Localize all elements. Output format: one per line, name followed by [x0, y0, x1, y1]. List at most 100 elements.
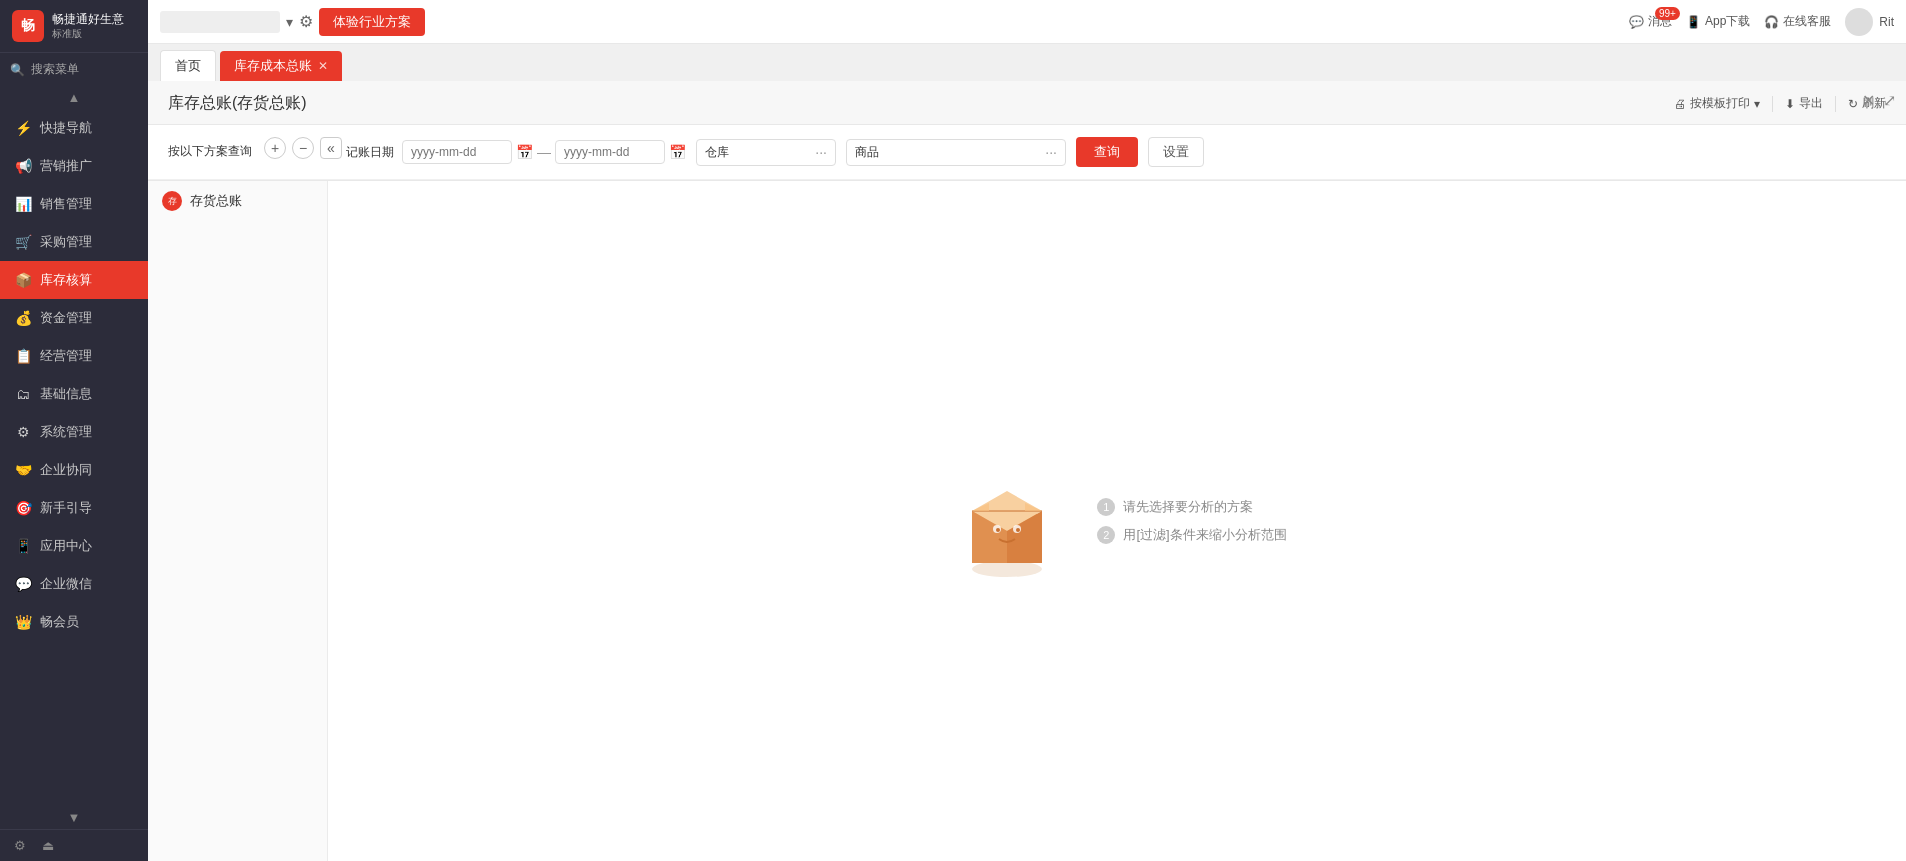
purchase-icon: 🛒 [14, 233, 32, 251]
calendar-to-icon[interactable]: 📅 [669, 144, 686, 160]
hint-number-2: 2 [1097, 526, 1115, 544]
search-icon: 🔍 [10, 63, 25, 77]
content-area: 库存总账(存货总账) 🖨 按模板打印 ▾ ⬇ 导出 ↻ 刷新 [148, 81, 1906, 861]
hint-number-1: 1 [1097, 498, 1115, 516]
sidebar-item-sales[interactable]: 📊 销售管理 [0, 185, 148, 223]
sidebar-item-enterprise[interactable]: 🤝 企业协同 [0, 451, 148, 489]
sidebar-item-app-center[interactable]: 📱 应用中心 [0, 527, 148, 565]
user-info[interactable]: Rit [1845, 8, 1894, 36]
sidebar-bottom: ⚙ ⏏ [0, 829, 148, 861]
filter-collapse-button[interactable]: « [320, 137, 342, 159]
sidebar-search[interactable]: 🔍 搜索菜单 [0, 53, 148, 86]
export-button[interactable]: ⬇ 导出 [1785, 95, 1823, 112]
app-logo-icon: 畅 [12, 10, 44, 42]
scheme-list: 存 存货总账 [148, 181, 328, 861]
filter-remove-button[interactable]: − [292, 137, 314, 159]
divider2 [1835, 96, 1836, 112]
print-button[interactable]: 🖨 按模板打印 ▾ [1674, 95, 1760, 112]
scheme-item-inventory-ledger[interactable]: 存 存货总账 [148, 181, 327, 221]
sidebar-item-guide[interactable]: 🎯 新手引导 [0, 489, 148, 527]
divider [1772, 96, 1773, 112]
basic-icon: 🗂 [14, 385, 32, 403]
empty-state: 1 请先选择要分析的方案 2 用[过滤]条件来缩小分析范围 [328, 181, 1906, 861]
window-controls: ✕ ⤢ [1862, 91, 1896, 110]
sidebar-item-system[interactable]: ⚙ 系统管理 [0, 413, 148, 451]
inventory-icon: 📦 [14, 271, 32, 289]
sidebar-item-finance[interactable]: 💰 资金管理 [0, 299, 148, 337]
sidebar-item-marketing[interactable]: 📢 营销推广 [0, 147, 148, 185]
page-title: 库存总账(存货总账) [168, 93, 307, 114]
filter-controls: 记账日期 📅 — 📅 仓库 ··· 商品 ··· [346, 137, 1886, 167]
page-header: 库存总账(存货总账) 🖨 按模板打印 ▾ ⬇ 导出 ↻ 刷新 [148, 81, 1906, 125]
filter-area: 按以下方案查询 + − « 记账日期 📅 — 📅 [148, 125, 1906, 180]
sidebar-item-basic[interactable]: 🗂 基础信息 [0, 375, 148, 413]
app-download-area[interactable]: 📱 App下载 [1686, 13, 1750, 30]
sidebar-item-quick-nav[interactable]: ⚡ 快捷导航 [0, 109, 148, 147]
date-range-group: 记账日期 📅 — 📅 [346, 140, 686, 164]
avatar [1845, 8, 1873, 36]
sidebar-item-purchase[interactable]: 🛒 采购管理 [0, 223, 148, 261]
sidebar-scroll-down[interactable]: ▼ [0, 806, 148, 829]
empty-illustration [947, 461, 1067, 581]
topbar-nav-area: ▾ ⚙ 体验行业方案 [160, 8, 1621, 36]
sidebar-logo: 畅 畅捷通好生意 标准版 [0, 0, 148, 53]
marketing-icon: 📢 [14, 157, 32, 175]
sidebar-scroll-up[interactable]: ▲ [0, 86, 148, 109]
calendar-from-icon[interactable]: 📅 [516, 144, 533, 160]
sidebar-item-inventory[interactable]: 📦 库存核算 [0, 261, 148, 299]
expand-icon[interactable]: ▾ [286, 14, 293, 30]
system-icon: ⚙ [14, 423, 32, 441]
empty-hint-2: 2 用[过滤]条件来缩小分析范围 [1097, 526, 1286, 544]
app-center-icon: 📱 [14, 537, 32, 555]
sidebar: 畅 畅捷通好生意 标准版 🔍 搜索菜单 ▲ ⚡ 快捷导航 📢 营销推广 📊 销售… [0, 0, 148, 861]
user-name: Rit [1879, 15, 1894, 29]
goods-more-icon: ··· [1045, 144, 1057, 160]
date-from-input[interactable] [402, 140, 512, 164]
operation-icon: 📋 [14, 347, 32, 365]
scheme-item-label: 存货总账 [190, 192, 242, 210]
date-separator: — [537, 144, 551, 160]
industry-solution-button[interactable]: 体验行业方案 [319, 8, 425, 36]
print-icon: 🖨 [1674, 97, 1686, 111]
filter-add-button[interactable]: + [264, 137, 286, 159]
refresh-icon: ↻ [1848, 97, 1858, 111]
message-area[interactable]: 💬 消息 99+ [1629, 13, 1672, 30]
headset-icon: 🎧 [1764, 15, 1779, 29]
online-service-area[interactable]: 🎧 在线客服 [1764, 13, 1831, 30]
body-area: 存 存货总账 [148, 181, 1906, 861]
tab-home[interactable]: 首页 [160, 50, 216, 81]
sidebar-nav: ⚡ 快捷导航 📢 营销推广 📊 销售管理 🛒 采购管理 📦 库存核算 💰 资金管… [0, 109, 148, 806]
topbar: ▾ ⚙ 体验行业方案 💬 消息 99+ 📱 App下载 🎧 在线客服 Rit [148, 0, 1906, 44]
sidebar-item-wechat[interactable]: 💬 企业微信 [0, 565, 148, 603]
sidebar-item-member[interactable]: 👑 畅会员 [0, 603, 148, 641]
phone-icon: 📱 [1686, 15, 1701, 29]
warehouse-label: 仓库 [705, 144, 729, 161]
settings-button[interactable]: 设置 [1148, 137, 1204, 167]
svg-point-0 [972, 561, 1042, 577]
expand-window-icon[interactable]: ⤢ [1883, 91, 1896, 110]
sidebar-toggle-icon[interactable]: ⏏ [42, 838, 54, 853]
svg-point-10 [996, 528, 1000, 532]
main-area: ▾ ⚙ 体验行业方案 💬 消息 99+ 📱 App下载 🎧 在线客服 Rit [148, 0, 1906, 861]
sidebar-settings-icon[interactable]: ⚙ [14, 838, 26, 853]
topbar-user-placeholder [160, 11, 280, 33]
topbar-settings-icon[interactable]: ⚙ [299, 12, 313, 31]
finance-icon: 💰 [14, 309, 32, 327]
message-icon: 💬 [1629, 15, 1644, 29]
close-window-icon[interactable]: ✕ [1862, 91, 1875, 110]
member-icon: 👑 [14, 613, 32, 631]
enterprise-icon: 🤝 [14, 461, 32, 479]
sales-icon: 📊 [14, 195, 32, 213]
date-to-input[interactable] [555, 140, 665, 164]
guide-icon: 🎯 [14, 499, 32, 517]
goods-select[interactable]: 商品 ··· [846, 139, 1066, 166]
tab-inventory-cost[interactable]: 库存成本总账 ✕ [220, 51, 342, 81]
tab-close-icon[interactable]: ✕ [318, 59, 328, 73]
sidebar-item-operation[interactable]: 📋 经营管理 [0, 337, 148, 375]
svg-point-11 [1016, 528, 1020, 532]
query-button[interactable]: 查询 [1076, 137, 1138, 167]
wechat-icon: 💬 [14, 575, 32, 593]
warehouse-select[interactable]: 仓库 ··· [696, 139, 836, 166]
print-dropdown-icon: ▾ [1754, 97, 1760, 111]
tabs-bar: 首页 库存成本总账 ✕ [148, 44, 1906, 81]
